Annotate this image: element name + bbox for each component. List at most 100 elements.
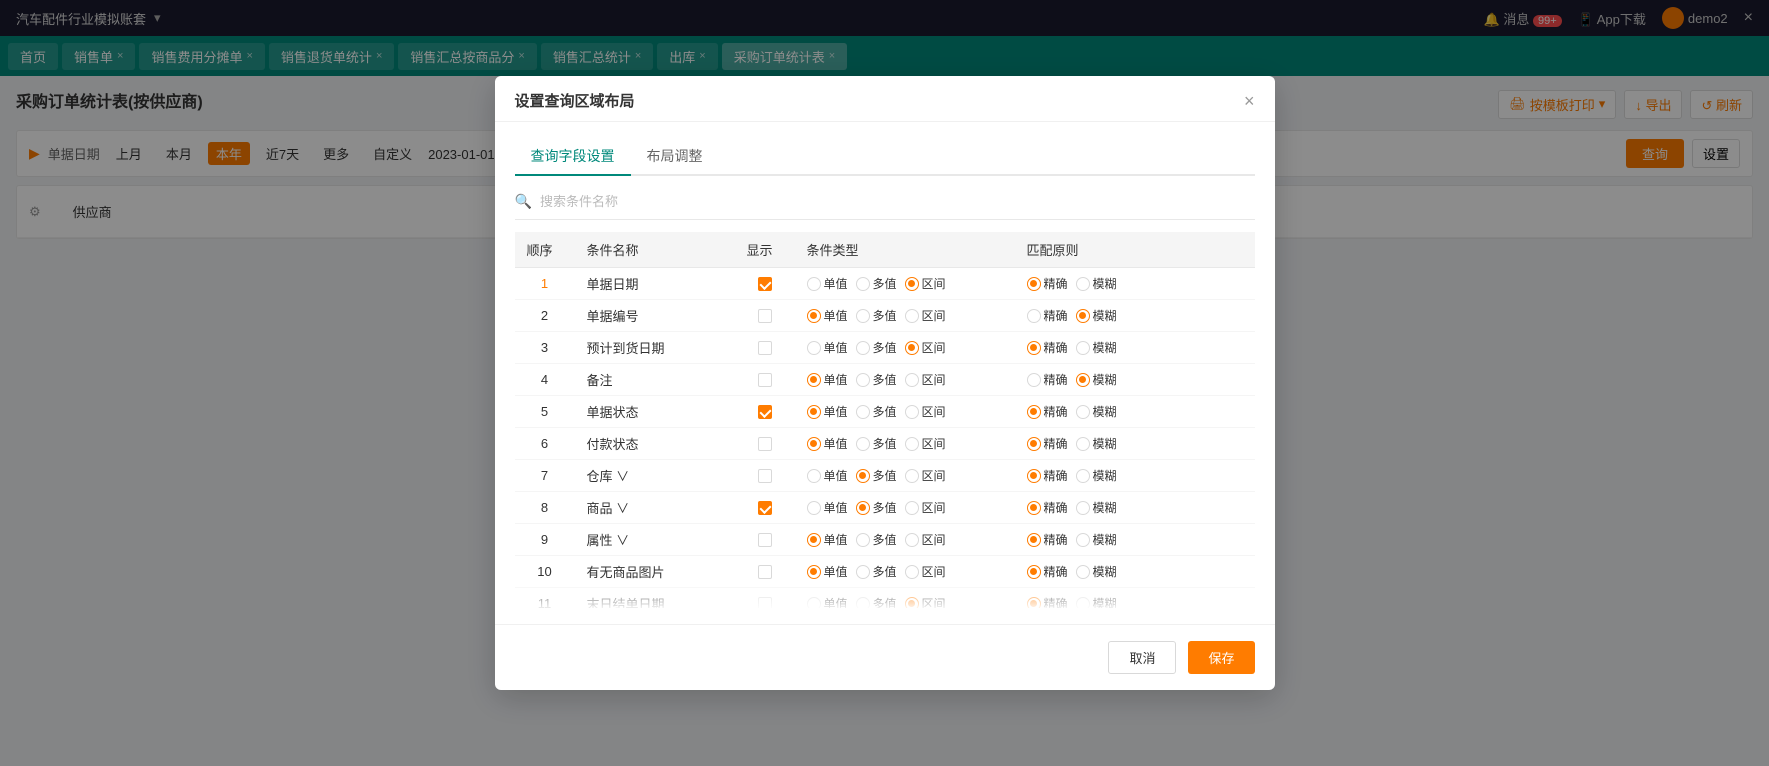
rule-radio-模糊[interactable]: 模糊 <box>1076 531 1117 548</box>
radio-dot <box>856 277 870 291</box>
rule-radio-模糊[interactable]: 模糊 <box>1076 563 1117 580</box>
modal-header: 设置查询区域布局 × <box>495 76 1275 122</box>
radio-dot <box>1076 277 1090 291</box>
display-checkbox[interactable] <box>758 309 772 323</box>
rule-radio-模糊[interactable]: 模糊 <box>1076 595 1117 608</box>
rule-radio-精确[interactable]: 精确 <box>1027 275 1068 292</box>
table-row: 11末日结单日期单值多值区间精确模糊 <box>515 588 1255 608</box>
rule-radio-模糊[interactable]: 模糊 <box>1076 275 1117 292</box>
type-radio-多值[interactable]: 多值 <box>856 275 897 292</box>
row-index: 7 <box>515 468 575 483</box>
rule-radio-模糊[interactable]: 模糊 <box>1076 435 1117 452</box>
type-radio-多值[interactable]: 多值 <box>856 467 897 484</box>
type-radio-区间[interactable]: 区间 <box>905 467 946 484</box>
type-radio-区间[interactable]: 区间 <box>905 339 946 356</box>
radio-dot <box>905 277 919 291</box>
display-checkbox[interactable] <box>758 565 772 579</box>
type-radio-区间[interactable]: 区间 <box>905 307 946 324</box>
display-checkbox[interactable] <box>758 277 772 291</box>
display-checkbox[interactable] <box>758 597 772 609</box>
rule-radio-精确[interactable]: 精确 <box>1027 371 1068 388</box>
rule-radio-精确[interactable]: 精确 <box>1027 339 1068 356</box>
search-input[interactable] <box>532 192 1255 211</box>
modal-tabs: 查询字段设置 布局调整 <box>515 138 1255 176</box>
display-checkbox[interactable] <box>758 469 772 483</box>
type-radio-单值[interactable]: 单值 <box>807 499 848 516</box>
head-type: 条件类型 <box>795 240 1015 259</box>
type-radio-单值[interactable]: 单值 <box>807 435 848 452</box>
row-rule-cell: 精确模糊 <box>1015 467 1235 484</box>
row-name: 属性 ∨ <box>575 530 735 549</box>
row-name: 末日结单日期 <box>575 594 735 608</box>
display-checkbox[interactable] <box>758 405 772 419</box>
row-display-cell <box>735 565 795 579</box>
rule-radio-模糊[interactable]: 模糊 <box>1076 499 1117 516</box>
type-radio-区间[interactable]: 区间 <box>905 403 946 420</box>
type-radio-单值[interactable]: 单值 <box>807 371 848 388</box>
radio-dot <box>1076 437 1090 451</box>
radio-dot <box>807 373 821 387</box>
type-radio-单值[interactable]: 单值 <box>807 275 848 292</box>
display-checkbox[interactable] <box>758 501 772 515</box>
radio-dot <box>1027 277 1041 291</box>
type-radio-区间[interactable]: 区间 <box>905 595 946 608</box>
type-radio-区间[interactable]: 区间 <box>905 435 946 452</box>
rule-radio-精确[interactable]: 精确 <box>1027 403 1068 420</box>
type-radio-区间[interactable]: 区间 <box>905 499 946 516</box>
save-button[interactable]: 保存 <box>1188 641 1254 674</box>
rule-radio-精确[interactable]: 精确 <box>1027 595 1068 608</box>
type-radio-单值[interactable]: 单值 <box>807 563 848 580</box>
rule-radio-模糊[interactable]: 模糊 <box>1076 403 1117 420</box>
type-radio-多值[interactable]: 多值 <box>856 403 897 420</box>
type-radio-单值[interactable]: 单值 <box>807 403 848 420</box>
type-radio-区间[interactable]: 区间 <box>905 563 946 580</box>
radio-dot <box>1027 469 1041 483</box>
type-radio-单值[interactable]: 单值 <box>807 339 848 356</box>
type-radio-多值[interactable]: 多值 <box>856 371 897 388</box>
type-radio-区间[interactable]: 区间 <box>905 531 946 548</box>
rule-radio-模糊[interactable]: 模糊 <box>1076 307 1117 324</box>
rule-radio-精确[interactable]: 精确 <box>1027 435 1068 452</box>
type-radio-单值[interactable]: 单值 <box>807 307 848 324</box>
type-radio-多值[interactable]: 多值 <box>856 435 897 452</box>
row-index: 6 <box>515 436 575 451</box>
row-index: 10 <box>515 564 575 579</box>
type-radio-区间[interactable]: 区间 <box>905 371 946 388</box>
modal-close-button[interactable]: × <box>1244 92 1255 110</box>
tab-layout[interactable]: 布局调整 <box>631 138 719 176</box>
radio-dot <box>856 469 870 483</box>
display-checkbox[interactable] <box>758 341 772 355</box>
rule-radio-精确[interactable]: 精确 <box>1027 563 1068 580</box>
row-display-cell <box>735 309 795 323</box>
type-radio-多值[interactable]: 多值 <box>856 499 897 516</box>
cancel-button[interactable]: 取消 <box>1108 641 1176 674</box>
radio-dot <box>905 469 919 483</box>
radio-dot <box>807 309 821 323</box>
radio-dot <box>1027 533 1041 547</box>
display-checkbox[interactable] <box>758 437 772 451</box>
modal-dialog: 设置查询区域布局 × 查询字段设置 布局调整 🔍 <box>495 76 1275 690</box>
type-radio-多值[interactable]: 多值 <box>856 339 897 356</box>
type-radio-多值[interactable]: 多值 <box>856 307 897 324</box>
row-type-cell: 单值多值区间 <box>795 339 1015 356</box>
type-radio-多值[interactable]: 多值 <box>856 531 897 548</box>
radio-dot <box>856 597 870 609</box>
display-checkbox[interactable] <box>758 533 772 547</box>
rule-radio-模糊[interactable]: 模糊 <box>1076 467 1117 484</box>
type-radio-单值[interactable]: 单值 <box>807 595 848 608</box>
rule-radio-精确[interactable]: 精确 <box>1027 467 1068 484</box>
rule-radio-模糊[interactable]: 模糊 <box>1076 371 1117 388</box>
type-radio-单值[interactable]: 单值 <box>807 531 848 548</box>
type-radio-单值[interactable]: 单值 <box>807 467 848 484</box>
tab-query-fields[interactable]: 查询字段设置 <box>515 138 631 176</box>
rule-radio-精确[interactable]: 精确 <box>1027 307 1068 324</box>
modal-overlay[interactable]: 设置查询区域布局 × 查询字段设置 布局调整 🔍 <box>0 0 1769 766</box>
display-checkbox[interactable] <box>758 373 772 387</box>
rule-radio-模糊[interactable]: 模糊 <box>1076 339 1117 356</box>
type-radio-多值[interactable]: 多值 <box>856 563 897 580</box>
type-radio-多值[interactable]: 多值 <box>856 595 897 608</box>
rule-radio-精确[interactable]: 精确 <box>1027 531 1068 548</box>
rule-radio-精确[interactable]: 精确 <box>1027 499 1068 516</box>
row-rule-cell: 精确模糊 <box>1015 339 1235 356</box>
type-radio-区间[interactable]: 区间 <box>905 275 946 292</box>
